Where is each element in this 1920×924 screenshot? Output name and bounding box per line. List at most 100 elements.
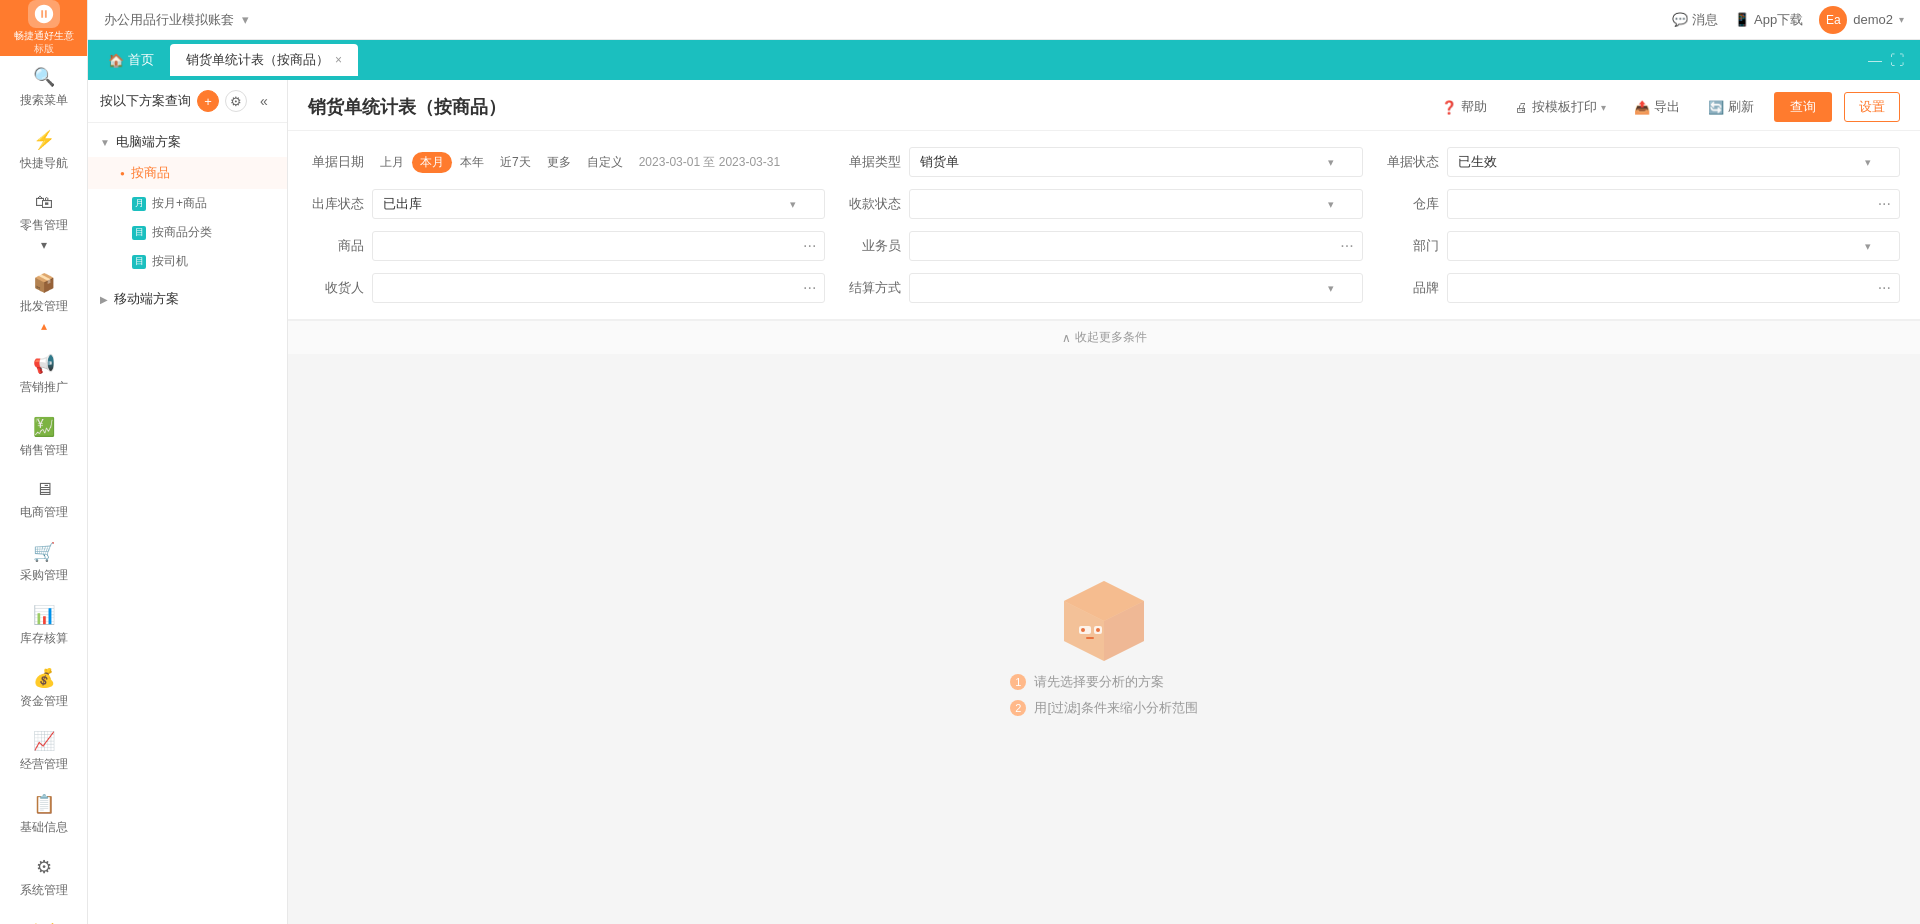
doc-type-select[interactable]: 销货单 ▾ [909, 147, 1362, 177]
scheme-by-category[interactable]: 目 按商品分类 [88, 218, 287, 247]
date-control: 上月 本月 本年 近7天 更多 自定义 2023-03-01 至 2023-03… [372, 151, 825, 174]
sidebar: 畅捷通好生意 标版 🔍 搜索菜单 ⚡ 快捷导航 🛍 零售管理 ▾ 📦 批发管理 … [0, 0, 88, 924]
date-tab-this-month[interactable]: 本月 [412, 152, 452, 173]
sidebar-item-basic[interactable]: 📋 基础信息 [0, 783, 88, 846]
brand-input[interactable]: ··· [1447, 273, 1900, 303]
settings-btn[interactable]: 设置 [1844, 92, 1900, 122]
add-scheme-btn[interactable]: + [197, 90, 219, 112]
date-tab-this-year[interactable]: 本年 [452, 151, 492, 174]
scheme-by-cashier[interactable]: 目 按司机 [88, 247, 287, 276]
help-btn[interactable]: ❓ 帮助 [1433, 94, 1495, 120]
settings-label: 设置 [1859, 98, 1885, 116]
payment-label: 结算方式 [845, 279, 901, 297]
collapse-panel-btn[interactable]: « [253, 90, 275, 112]
desktop-section-label: 电脑端方案 [116, 133, 181, 151]
sidebar-item-quick-nav[interactable]: ⚡ 快捷导航 [0, 119, 88, 182]
avatar: Ea [1819, 6, 1847, 34]
scheme-by-product[interactable]: ● 按商品 [88, 157, 287, 189]
desktop-section: ▼ 电脑端方案 ● 按商品 月 按月+商品 目 按商品分类 目 按司机 [88, 123, 287, 280]
refresh-btn[interactable]: 🔄 刷新 [1700, 94, 1762, 120]
export-btn[interactable]: 📤 导出 [1626, 94, 1688, 120]
date-tab-custom[interactable]: 自定义 [579, 151, 631, 174]
sidebar-item-finance[interactable]: 💰 资金管理 [0, 657, 88, 720]
desktop-section-header[interactable]: ▼ 电脑端方案 [88, 127, 287, 157]
receiver-input[interactable]: ··· [372, 273, 825, 303]
product-input[interactable]: ··· [372, 231, 825, 261]
window-minimize-btn[interactable]: — [1868, 52, 1882, 68]
app-download-btn[interactable]: 📱 App下载 [1734, 11, 1803, 29]
tip-num-2: 2 [1010, 700, 1026, 716]
salesperson-input[interactable]: ··· [909, 231, 1362, 261]
tab-bar: 🏠 首页 销货单统计表（按商品） × — ⛶ [88, 40, 1920, 80]
out-status-control: 已出库 ▾ [372, 189, 825, 219]
sidebar-item-system[interactable]: ⚙ 系统管理 [0, 846, 88, 909]
filter-out-status-field: 出库状态 已出库 ▾ [308, 189, 825, 219]
avatar-text: Ea [1826, 13, 1841, 27]
date-tabs: 上月 本月 本年 近7天 更多 自定义 [372, 151, 631, 174]
sidebar-finance-label: 资金管理 [20, 693, 68, 710]
sidebar-purchase-label: 采购管理 [20, 567, 68, 584]
date-tab-more[interactable]: 更多 [539, 151, 579, 174]
filter-doc-type-field: 单据类型 销货单 ▾ [845, 147, 1362, 177]
scheme-by-month-product[interactable]: 月 按月+商品 [88, 189, 287, 218]
sidebar-item-wholesale[interactable]: 📦 批发管理 ▴ [0, 262, 88, 343]
quick-nav-icon: ⚡ [33, 129, 55, 151]
sidebar-item-sales[interactable]: 💹 销售管理 [0, 406, 88, 469]
mobile-section-header[interactable]: ▶ 移动端方案 [88, 284, 287, 314]
enterprise-icon: 🤝 [33, 919, 55, 924]
query-btn[interactable]: 查询 [1774, 92, 1832, 122]
sidebar-item-ecommerce[interactable]: 🖥 电商管理 [0, 469, 88, 531]
window-maximize-btn[interactable]: ⛶ [1890, 52, 1904, 68]
sidebar-item-marketing[interactable]: 📢 营销推广 [0, 343, 88, 406]
warehouse-input[interactable]: ··· [1447, 189, 1900, 219]
left-panel-header: 按以下方案查询 + ⚙ « [88, 80, 287, 123]
payment-arrow: ▾ [1328, 282, 1334, 295]
brand-control: ··· [1447, 273, 1900, 303]
filter-row-3: 商品 ··· 业务员 ··· [308, 231, 1900, 261]
doc-type-arrow: ▾ [1328, 156, 1334, 169]
filter-row-1: 单据日期 上月 本月 本年 近7天 更多 自定义 2023-03-01 至 20… [308, 147, 1900, 177]
export-icon: 📤 [1634, 100, 1650, 115]
collapse-bar[interactable]: ∧ 收起更多条件 [288, 320, 1920, 354]
sidebar-item-retail[interactable]: 🛍 零售管理 ▾ [0, 182, 88, 262]
message-btn[interactable]: 💬 消息 [1672, 11, 1718, 29]
warehouse-control: ··· [1447, 189, 1900, 219]
product-dots: ··· [803, 237, 816, 255]
date-tab-last-7-days[interactable]: 近7天 [492, 151, 539, 174]
industry-dropdown-arrow[interactable]: ▾ [242, 12, 249, 27]
tab-close-btn[interactable]: × [335, 54, 342, 66]
date-range: 2023-03-01 至 2023-03-31 [639, 154, 780, 171]
top-header-left: 办公用品行业模拟账套 ▾ [104, 11, 249, 29]
filter-panel: 单据日期 上月 本月 本年 近7天 更多 自定义 2023-03-01 至 20… [288, 131, 1920, 320]
scheme-cashier-label: 按司机 [152, 253, 188, 270]
svg-point-6 [1081, 628, 1085, 632]
tab-home[interactable]: 🏠 首页 [96, 44, 166, 76]
sidebar-item-enterprise[interactable]: 🤝 企业协同 [0, 909, 88, 924]
print-btn[interactable]: 🖨 按模板打印 ▾ [1507, 94, 1614, 120]
sidebar-item-inventory[interactable]: 📊 库存核算 [0, 594, 88, 657]
cashier-icon: 目 [132, 255, 146, 269]
tab-active-label: 销货单统计表（按商品） [186, 51, 329, 69]
ecommerce-icon: 🖥 [35, 479, 53, 500]
receipt-status-select[interactable]: ▾ [909, 189, 1362, 219]
payment-select[interactable]: ▾ [909, 273, 1362, 303]
app-logo: 畅捷通好生意 标版 [0, 0, 88, 56]
print-dropdown-arrow: ▾ [1601, 102, 1606, 113]
out-status-select[interactable]: 已出库 ▾ [372, 189, 825, 219]
sidebar-item-purchase[interactable]: 🛒 采购管理 [0, 531, 88, 594]
tab-active[interactable]: 销货单统计表（按商品） × [170, 44, 358, 76]
doc-status-select[interactable]: 已生效 ▾ [1447, 147, 1900, 177]
date-tab-last-month[interactable]: 上月 [372, 151, 412, 174]
user-info[interactable]: Ea demo2 ▾ [1819, 6, 1904, 34]
tip-text-2: 用[过滤]条件来缩小分析范围 [1034, 699, 1197, 717]
receipt-status-arrow: ▾ [1328, 198, 1334, 211]
receipt-status-control: ▾ [909, 189, 1362, 219]
sidebar-wholesale-label: 批发管理 [20, 298, 68, 315]
sidebar-item-search[interactable]: 🔍 搜索菜单 [0, 56, 88, 119]
app-name: 畅捷通好生意 [14, 30, 74, 42]
receipt-status-label: 收款状态 [845, 195, 901, 213]
department-select[interactable]: ▾ [1447, 231, 1900, 261]
svg-point-7 [1096, 628, 1100, 632]
sidebar-item-operation[interactable]: 📈 经营管理 [0, 720, 88, 783]
settings-scheme-btn[interactable]: ⚙ [225, 90, 247, 112]
